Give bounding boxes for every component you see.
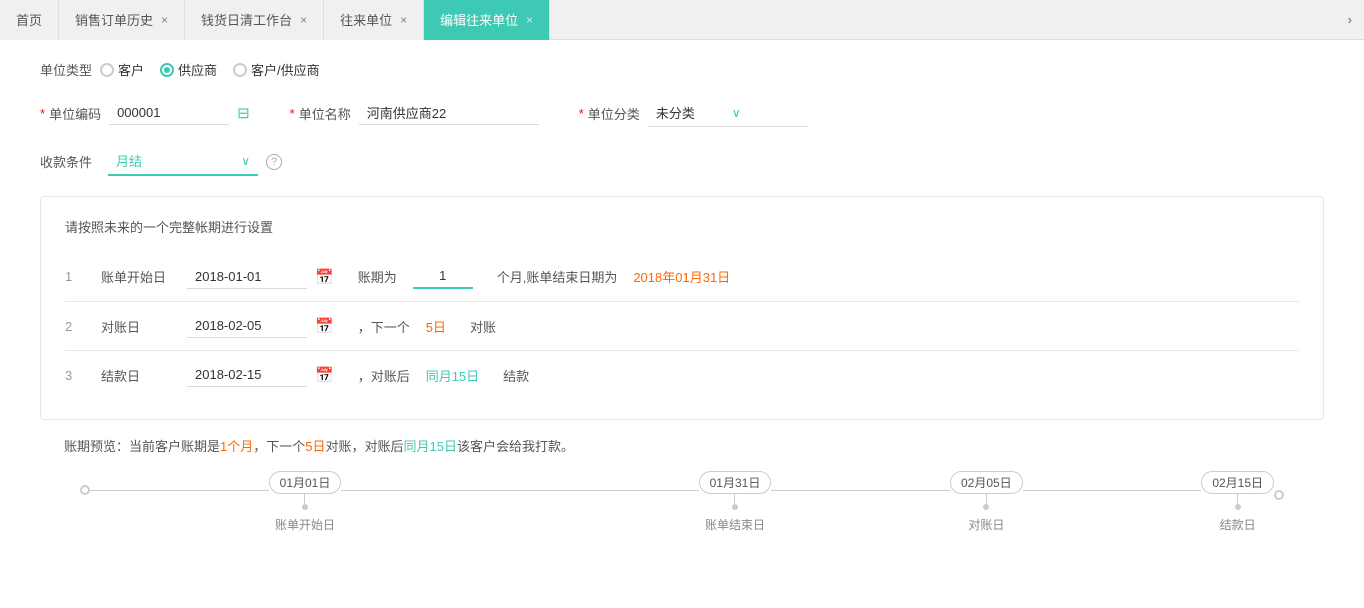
unit-type-label: 单位类型 [40, 60, 92, 79]
timeline-sublabel-2: 账单结束日 [705, 516, 765, 533]
timeline-tick-3 [986, 494, 987, 504]
unit-info-row: * 单位编码 ⊟ * 单位名称 * 单位分类 未分类 ∨ [40, 99, 1324, 127]
timeline-end-dot [1274, 490, 1284, 500]
row3-suffix: 结款 [503, 366, 529, 385]
required-star-name: * [290, 106, 295, 121]
date-input-wrap-2: 📅 [187, 314, 334, 338]
row3-prefix: ，对账后 [358, 366, 410, 385]
tab-more-button[interactable]: › [1336, 12, 1364, 27]
payment-condition-row: 收款条件 月结 ∨ ? [40, 147, 1324, 176]
timeline: 01月01日 账单开始日 01月31日 账单结束日 02月05日 对账日 02月… [40, 463, 1324, 533]
timeline-badge-2: 01月31日 [699, 471, 772, 494]
payment-chevron-icon: ∨ [241, 154, 250, 168]
preview-section: 账期预览：当前客户账期是1个月，下一个5日对账，对账后同月15日该客户会给我打款… [40, 436, 1324, 455]
period-unit: 个月,账单结束日期为 [497, 267, 618, 286]
setting-label-2: 对账日 [101, 317, 171, 336]
calendar-icon-3[interactable]: 📅 [315, 366, 334, 384]
required-star-category: * [579, 106, 584, 121]
tab-cash-workbench[interactable]: 钱货日清工作台 × [185, 0, 324, 40]
payment-condition-select[interactable]: 月结 ∨ [108, 147, 258, 176]
date-input-wrap-3: 📅 [187, 363, 334, 387]
row2-prefix: ，下一个 [358, 317, 410, 336]
timeline-point-3: 02月05日 对账日 [950, 471, 1023, 533]
timeline-connector-1 [341, 490, 698, 491]
radio-customer-supplier[interactable]: 客户/供应商 [233, 60, 320, 79]
tab-close-sales-history[interactable]: × [161, 13, 168, 27]
timeline-tick-4 [1237, 494, 1238, 504]
timeline-dot-4 [1235, 504, 1241, 510]
timeline-dot-3 [983, 504, 989, 510]
period-end-date: 2018年01月31日 [633, 267, 730, 286]
date-input-3[interactable] [187, 363, 307, 387]
timeline-connector-2 [771, 490, 950, 491]
unit-code-label: 单位编码 [49, 104, 101, 123]
row3-highlight: 同月15日 [426, 366, 479, 385]
calendar-icon-2[interactable]: 📅 [315, 317, 334, 335]
row2-highlight: 5日 [426, 317, 446, 336]
radio-customer[interactable]: 客户 [100, 60, 144, 79]
required-star-code: * [40, 106, 45, 121]
unit-type-radio-group: 客户 供应商 客户/供应商 [100, 60, 320, 79]
period-label: 账期为 [358, 267, 397, 286]
setting-label-1: 账单开始日 [101, 267, 171, 286]
copy-icon[interactable]: ⊟ [237, 104, 250, 122]
timeline-sublabel-1: 账单开始日 [275, 516, 335, 533]
tab-close-edit-partner[interactable]: × [526, 13, 533, 27]
timeline-sublabel-3: 对账日 [968, 516, 1004, 533]
timeline-dot-1 [302, 504, 308, 510]
setting-row-3: 3 结款日 📅 ，对账后 同月15日 结款 [65, 351, 1299, 399]
timeline-point-1: 01月01日 账单开始日 [269, 471, 342, 533]
setting-num-3: 3 [65, 368, 85, 383]
date-input-2[interactable] [187, 314, 307, 338]
tabs-bar: 首页 销售订单历史 × 钱货日清工作台 × 往来单位 × 编辑往来单位 × › [0, 0, 1364, 40]
tab-home[interactable]: 首页 [0, 0, 59, 40]
radio-circle-customer [100, 63, 114, 77]
settings-box: 请按照未来的一个完整帐期进行设置 1 账单开始日 📅 账期为 个月,账单结束日期… [40, 196, 1324, 420]
unit-name-label: 单位名称 [299, 104, 351, 123]
payment-condition-label: 收款条件 [40, 152, 92, 171]
timeline-point-2: 01月31日 账单结束日 [699, 471, 772, 533]
tab-edit-partner[interactable]: 编辑往来单位 × [424, 0, 550, 40]
row2-suffix: 对账 [470, 317, 496, 336]
main-content: 单位类型 客户 供应商 客户/供应商 * 单位编码 ⊟ * 单位名称 [0, 40, 1364, 608]
timeline-sublabel-4: 结款日 [1220, 516, 1256, 533]
unit-type-row: 单位类型 客户 供应商 客户/供应商 [40, 60, 1324, 79]
tab-sales-history[interactable]: 销售订单历史 × [59, 0, 185, 40]
unit-code-input[interactable] [109, 101, 229, 125]
timeline-connector-3 [1023, 490, 1202, 491]
unit-category-label: 单位分类 [588, 104, 640, 123]
unit-name-group: * 单位名称 [290, 101, 539, 125]
unit-name-input[interactable] [359, 101, 539, 125]
setting-row-2: 2 对账日 📅 ，下一个 5日 对账 [65, 302, 1299, 350]
timeline-dot-2 [732, 504, 738, 510]
setting-num-1: 1 [65, 269, 85, 284]
settings-box-title: 请按照未来的一个完整帐期进行设置 [65, 217, 1299, 236]
setting-num-2: 2 [65, 319, 85, 334]
timeline-tick-1 [304, 494, 305, 504]
radio-circle-supplier [160, 63, 174, 77]
category-chevron-icon: ∨ [732, 106, 800, 120]
timeline-point-4: 02月15日 结款日 [1201, 471, 1274, 533]
timeline-badge-3: 02月05日 [950, 471, 1023, 494]
unit-code-group: * 单位编码 ⊟ [40, 101, 250, 125]
timeline-connector-0 [90, 490, 269, 491]
unit-category-group: * 单位分类 未分类 ∨ [579, 99, 808, 127]
date-input-wrap-1: 📅 [187, 265, 334, 289]
timeline-badge-1: 01月01日 [269, 471, 342, 494]
radio-circle-customer-supplier [233, 63, 247, 77]
tab-partner[interactable]: 往来单位 × [324, 0, 424, 40]
radio-supplier[interactable]: 供应商 [160, 60, 217, 79]
unit-category-select[interactable]: 未分类 ∨ [648, 99, 808, 127]
tab-close-cash-workbench[interactable]: × [300, 13, 307, 27]
help-icon[interactable]: ? [266, 154, 282, 170]
timeline-badge-4: 02月15日 [1201, 471, 1274, 494]
period-input[interactable] [413, 264, 473, 289]
timeline-tick-2 [734, 494, 735, 504]
date-input-1[interactable] [187, 265, 307, 289]
tab-close-partner[interactable]: × [400, 13, 407, 27]
setting-row-1: 1 账单开始日 📅 账期为 个月,账单结束日期为 2018年01月31日 [65, 252, 1299, 301]
setting-label-3: 结款日 [101, 366, 171, 385]
calendar-icon-1[interactable]: 📅 [315, 268, 334, 286]
timeline-start-dot [80, 485, 90, 495]
